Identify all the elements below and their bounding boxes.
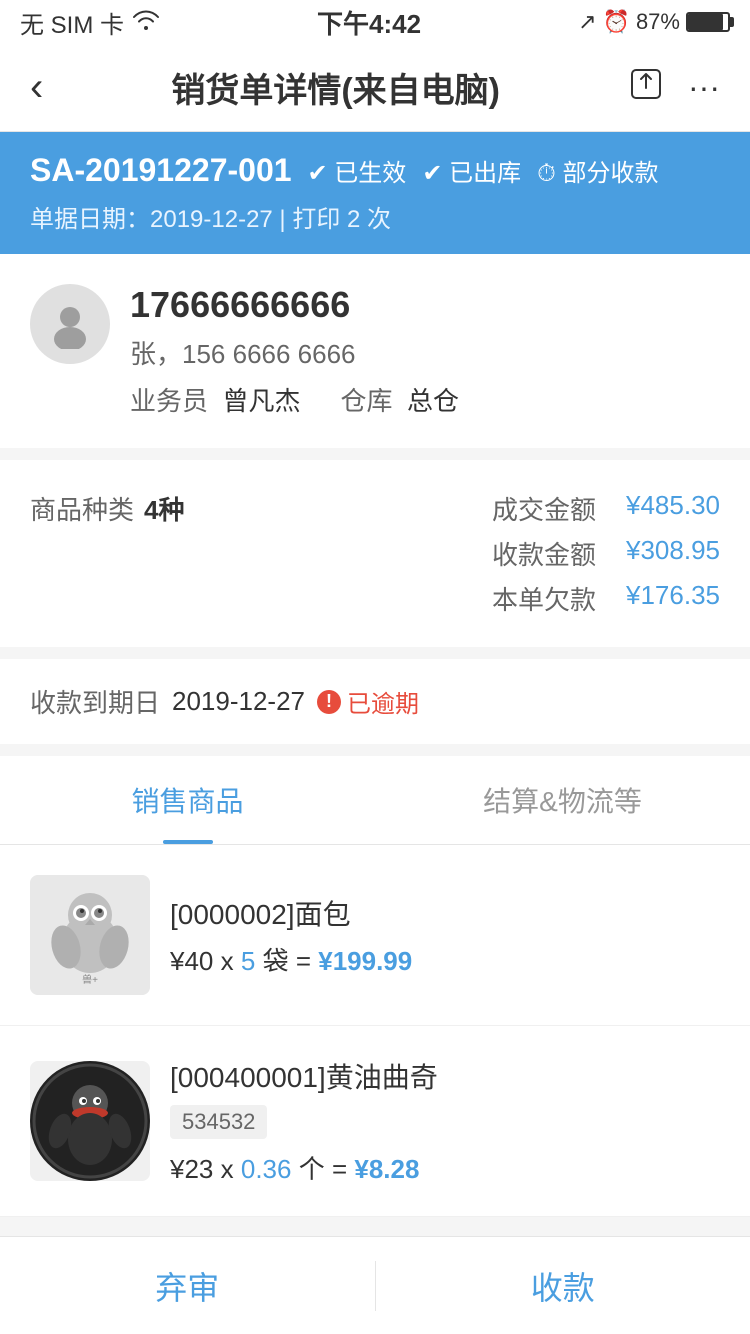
collect-payment-button[interactable]: 收款 — [376, 1243, 750, 1329]
warehouse-value: 总仓 — [407, 386, 459, 416]
due-date-section: 收款到期日 2019-12-27 ! 已逾期 — [0, 659, 750, 744]
amount-info: 成交金额 ¥485.30 收款金额 ¥308.95 本单欠款 ¥176.35 — [492, 490, 720, 617]
order-date: 单据日期：2019-12-27 | 打印 2 次 — [30, 199, 720, 234]
battery-icon — [686, 12, 730, 32]
order-banner: SA-20191227-001 ✔ 已生效 ✔ 已出库 ⏱ 部分收款 单据日期：… — [0, 132, 750, 254]
product-price-2: ¥23 x 0.36 个 = ¥8.28 — [170, 1149, 720, 1186]
alarm-icon: ⏰ — [603, 9, 630, 35]
product-thumbnail-1: 兽+ — [30, 875, 150, 995]
order-number: SA-20191227-001 — [30, 152, 292, 189]
list-item: [000400001]黄油曲奇 534532 ¥23 x 0.36 个 = ¥8… — [0, 1026, 750, 1217]
tag-effective: ✔ 已生效 — [308, 153, 407, 188]
product-list: 兽+ [0000002]面包 ¥40 x 5 袋 = ¥199.99 — [0, 845, 750, 1217]
customer-avatar — [30, 284, 110, 364]
wifi-icon — [132, 8, 160, 37]
tabs-header: 销售商品 结算&物流等 — [0, 756, 750, 845]
salesperson-value: 曾凡杰 — [222, 386, 300, 416]
bottom-bar: 弃审 收款 — [0, 1236, 750, 1334]
overdue-text: 已逾期 — [347, 684, 419, 719]
received-amount: 收款金额 ¥308.95 — [492, 535, 720, 572]
product-thumbnail-2 — [30, 1061, 150, 1181]
more-button[interactable]: ··· — [688, 69, 720, 106]
tabs-section: 销售商品 结算&物流等 — [0, 756, 750, 845]
avatar-icon — [45, 299, 95, 349]
customer-info: 17666666666 张，156 6666 6666 业务员 曾凡杰 仓库 总… — [130, 284, 720, 418]
product-type-info: 商品种类 4种 — [30, 490, 184, 527]
status-bar: 无 SIM 卡 下午4:42 ↗ ⏰ 87% — [0, 0, 750, 44]
nav-bar: ‹ 销货单详情(来自电脑) ··· — [0, 44, 750, 132]
overdue-icon: ! — [317, 690, 341, 714]
share-button[interactable] — [628, 66, 664, 110]
cancel-review-button[interactable]: 弃审 — [0, 1243, 375, 1329]
customer-id: 17666666666 — [130, 284, 720, 326]
product-info-2: [000400001]黄油曲奇 534532 ¥23 x 0.36 个 = ¥8… — [170, 1056, 720, 1186]
summary-section: 商品种类 4种 成交金额 ¥485.30 收款金额 ¥308.95 本单欠款 ¥… — [0, 460, 750, 647]
status-left: 无 SIM 卡 — [20, 5, 160, 40]
nav-right-actions: ··· — [628, 66, 720, 110]
tab-settlement[interactable]: 结算&物流等 — [375, 756, 750, 844]
customer-section: 17666666666 张，156 6666 6666 业务员 曾凡杰 仓库 总… — [0, 254, 750, 448]
product-sku-2: 534532 — [170, 1105, 267, 1139]
salesperson-label: 业务员 曾凡杰 — [130, 381, 300, 418]
warehouse-label: 仓库 总仓 — [340, 381, 458, 418]
product-price-1: ¥40 x 5 袋 = ¥199.99 — [170, 941, 720, 978]
back-button[interactable]: ‹ — [30, 65, 43, 110]
summary-row: 商品种类 4种 成交金额 ¥485.30 收款金额 ¥308.95 本单欠款 ¥… — [30, 490, 720, 617]
product-name-2: [000400001]黄油曲奇 — [170, 1056, 720, 1096]
customer-meta: 业务员 曾凡杰 仓库 总仓 — [130, 381, 720, 418]
tab-products[interactable]: 销售商品 — [0, 756, 375, 844]
status-time: 下午4:42 — [317, 4, 421, 41]
tag-shipped: ✔ 已出库 — [422, 153, 521, 188]
owed-amount: 本单欠款 ¥176.35 — [492, 580, 720, 617]
location-icon: ↗ — [578, 9, 596, 35]
status-right: ↗ ⏰ 87% — [578, 9, 730, 35]
battery-percent: 87% — [636, 9, 680, 35]
page-title: 销货单详情(来自电脑) — [171, 63, 500, 112]
overdue-badge: ! 已逾期 — [317, 684, 419, 719]
tag-partial-payment: ⏱ 部分收款 — [537, 153, 658, 188]
list-item: 兽+ [0000002]面包 ¥40 x 5 袋 = ¥199.99 — [0, 845, 750, 1026]
bread-product-image: 兽+ — [30, 875, 150, 995]
deal-amount: 成交金额 ¥485.30 — [492, 490, 720, 527]
banner-top: SA-20191227-001 ✔ 已生效 ✔ 已出库 ⏱ 部分收款 — [30, 152, 720, 189]
product-name-1: [0000002]面包 — [170, 893, 720, 933]
customer-contact: 张，156 6666 6666 — [130, 334, 720, 371]
sim-status: 无 SIM 卡 — [20, 5, 124, 40]
cookie-product-image — [30, 1061, 150, 1181]
product-info-1: [0000002]面包 ¥40 x 5 袋 = ¥199.99 — [170, 893, 720, 978]
svg-text:兽+: 兽+ — [82, 973, 98, 986]
